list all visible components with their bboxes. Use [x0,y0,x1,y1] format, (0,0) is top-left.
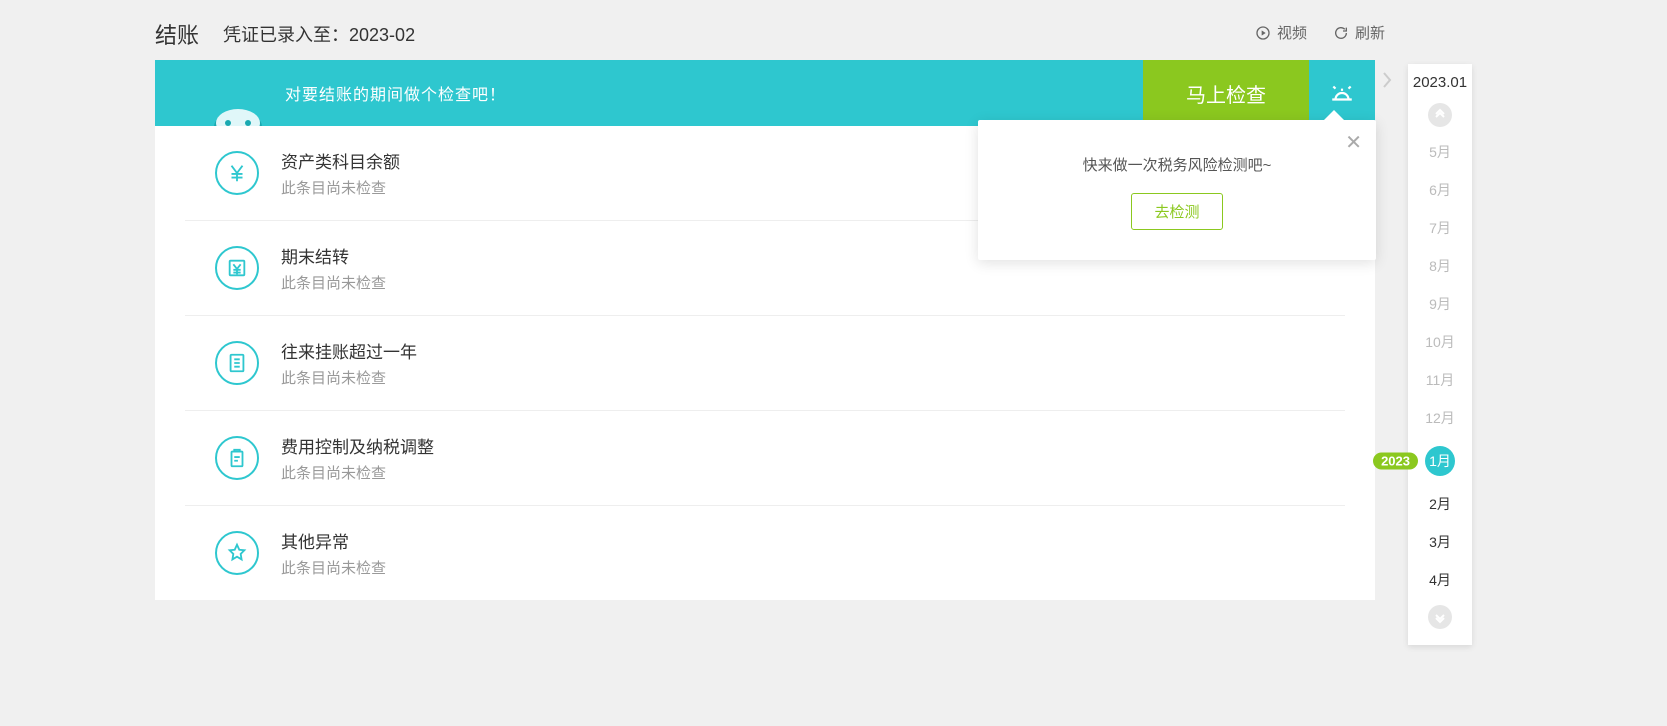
timeline-month-label: 1月 [1425,446,1455,476]
topbar-right: 视频 刷新 [1255,22,1385,43]
timeline-down-button[interactable] [1428,605,1452,629]
clip-icon [215,436,259,480]
timeline-month-label: 3月 [1429,534,1451,550]
timeline-month[interactable]: 4月 [1408,561,1472,599]
tax-risk-popover: ✕ 快来做一次税务风险检测吧~ 去检测 [978,120,1376,260]
timeline-month[interactable]: 5月 [1408,133,1472,171]
check-item-title: 其他异常 [281,528,386,553]
check-item-text: 资产类科目余额此条目尚未检查 [281,148,400,198]
refresh-icon [1333,25,1349,41]
check-item[interactable]: 往来挂账超过一年此条目尚未检查 [185,316,1345,411]
timeline-month[interactable]: 11月 [1408,361,1472,399]
timeline-month-label: 2月 [1429,496,1451,512]
month-timeline: 2023.01 5月 6月 7月 8月 9月 10月 11月 12月 20231月 2月 3月 4月 [1408,64,1472,645]
check-now-label: 马上检查 [1186,79,1266,108]
check-item-status: 此条目尚未检查 [281,557,386,578]
check-item-text: 期末结转此条目尚未检查 [281,243,386,293]
timeline-up-button[interactable] [1428,103,1452,127]
timeline-month[interactable]: 3月 [1408,523,1472,561]
check-item-status: 此条目尚未检查 [281,177,400,198]
topbar: 结账 凭证已录入至：2023-02 视频 刷新 [155,18,1385,50]
timeline-month[interactable]: 10月 [1408,323,1472,361]
refresh-label: 刷新 [1355,22,1385,43]
video-label: 视频 [1277,22,1307,43]
go-detect-label: 去检测 [1154,204,1199,221]
refresh-button[interactable]: 刷新 [1333,22,1385,43]
banner: 对要结账的期间做个检查吧！ 马上检查 [155,60,1375,126]
timeline-month[interactable]: 12月 [1408,399,1472,437]
timeline-month-label: 10月 [1425,334,1455,350]
voucher-through-label: 凭证已录入至：2023-02 [223,21,415,47]
timeline-head: 2023.01 [1408,64,1472,97]
timeline-month[interactable]: 6月 [1408,171,1472,209]
timeline-month[interactable]: 9月 [1408,285,1472,323]
timeline-month-label: 12月 [1425,410,1455,426]
year-pill: 2023 [1373,453,1418,470]
timeline-month-label: 8月 [1429,258,1451,274]
timeline-month-label: 7月 [1429,220,1451,236]
check-item-status: 此条目尚未检查 [281,462,434,483]
check-item[interactable]: 其他异常此条目尚未检查 [185,506,1345,600]
yenbox-icon [215,246,259,290]
timeline-month-label: 11月 [1426,372,1455,388]
timeline-month-label: 4月 [1429,572,1451,588]
popover-message: 快来做一次税务风险检测吧~ [978,154,1376,175]
timeline-month[interactable]: 2月 [1408,485,1472,523]
timeline-month[interactable]: 20231月 [1408,437,1472,485]
yen-icon [215,151,259,195]
timeline-month-label: 9月 [1429,296,1451,312]
check-item[interactable]: 费用控制及纳税调整此条目尚未检查 [185,411,1345,506]
alarm-icon[interactable] [1329,80,1355,111]
page-title: 结账 [155,18,199,50]
play-circle-icon [1255,25,1271,41]
check-item-status: 此条目尚未检查 [281,272,386,293]
check-item-status: 此条目尚未检查 [281,367,417,388]
doc-icon [215,341,259,385]
check-item-text: 费用控制及纳税调整此条目尚未检查 [281,433,434,483]
check-item-title: 往来挂账超过一年 [281,338,417,363]
go-detect-button[interactable]: 去检测 [1131,193,1222,230]
check-now-button[interactable]: 马上检查 [1143,60,1309,126]
close-icon[interactable]: ✕ [1345,130,1362,155]
check-item-title: 资产类科目余额 [281,148,400,173]
voucher-label-prefix: 凭证已录入至： [223,25,349,45]
star-icon [215,531,259,575]
check-item-title: 费用控制及纳税调整 [281,433,434,458]
timeline-collapse-icon[interactable] [1380,70,1394,95]
check-item-title: 期末结转 [281,243,386,268]
banner-prompt: 对要结账的期间做个检查吧！ [285,81,506,105]
check-item-text: 其他异常此条目尚未检查 [281,528,386,578]
video-button[interactable]: 视频 [1255,22,1307,43]
check-item-text: 往来挂账超过一年此条目尚未检查 [281,338,417,388]
timeline-month[interactable]: 7月 [1408,209,1472,247]
robot-icon [210,93,266,126]
voucher-label-value: 2023-02 [349,25,415,45]
timeline-month-label: 5月 [1429,144,1451,160]
timeline-month-label: 6月 [1429,182,1451,198]
timeline-month[interactable]: 8月 [1408,247,1472,285]
